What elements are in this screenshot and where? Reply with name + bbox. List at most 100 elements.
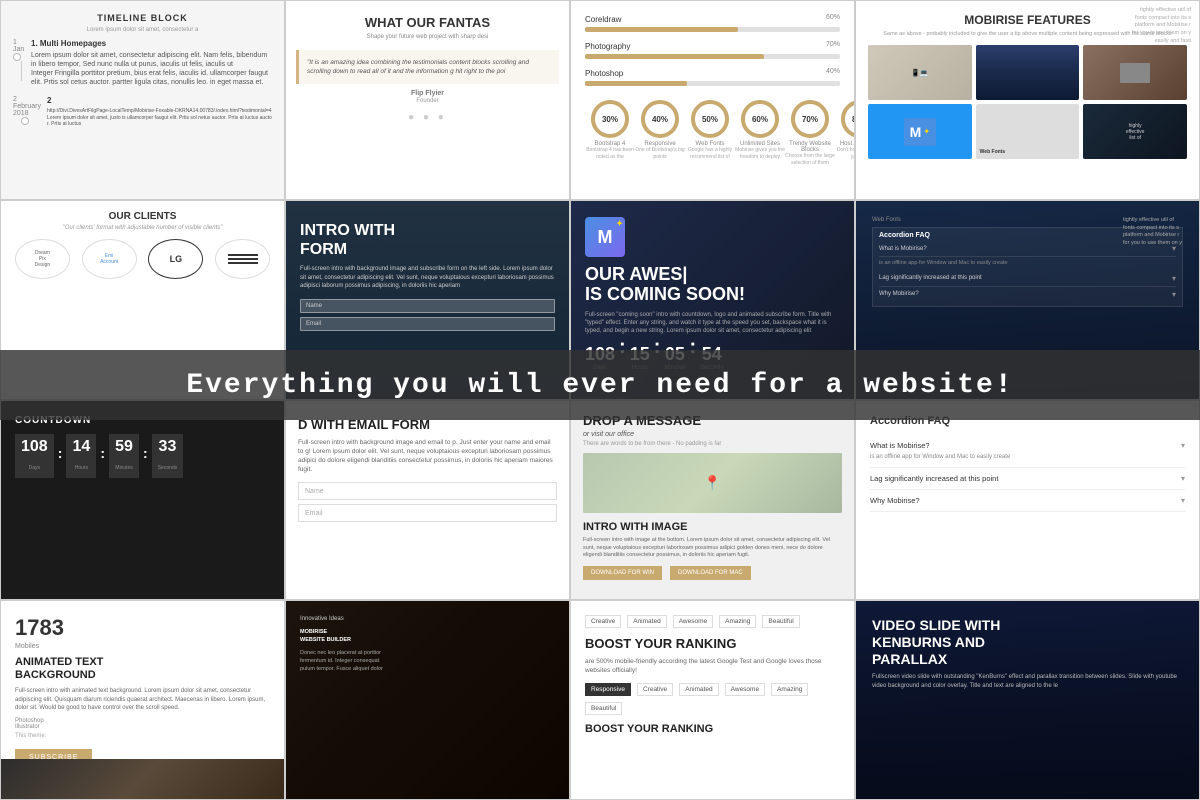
cnt-sep-2: : [100,445,105,461]
tab-creative[interactable]: Creative [585,615,621,628]
download-mac-button[interactable]: DOWNLOAD FOR MAC [670,566,751,580]
email-form-desc: Full-screen intro with background image … [298,438,557,474]
skills-label: Photoshop Illustrator [15,718,270,730]
intro-form-email-field[interactable]: Email [300,317,555,331]
skill-coreldraw: Coreldraw 60% [585,15,840,32]
video-slide-heading: VIDEO SLIDE WITHKENBURNS ANDPARALLAX [872,617,1183,667]
panel-accordion: Accordion FAQ What is Mobirise? ▾ is an … [855,400,1200,600]
intro-form-name-field[interactable]: Name [300,299,555,313]
timeline-num-2: 2 [47,96,272,105]
panel-drop-message: DROP A MESSAGE or visit our office There… [570,400,855,600]
tab-beautiful[interactable]: Beautiful [762,615,799,628]
circle-trendy: 70% Trendy Website Blocks Choose from th… [785,100,835,166]
timeline-item-2: 2 February 2018 2 http://Divi.DivesArtFi… [13,96,272,131]
faq-item-2: Lag significantly increased at this poin… [870,468,1185,490]
mobi-img-1: 📱💻 [868,45,972,100]
tab2-amazing[interactable]: Amazing [771,683,808,696]
coming-soon-desc: Full-screen "coming soon" intro with cou… [585,311,840,336]
innovative-label: Innovative Ideas [300,615,555,623]
email-form-name-input[interactable]: Name [298,482,557,500]
tabs-row-2: Responsive Creative Animated Awesome Ama… [585,683,840,715]
circle-host-ring: 80% [841,100,855,138]
circle-bootstrap-ring: 30% [591,100,629,138]
download-buttons: DOWNLOAD FOR WIN DOWNLOAD FOR MAC [583,566,842,580]
skill-photography-bar-fill [585,54,764,59]
tab2-responsive[interactable]: Responsive [585,683,631,696]
circle-responsive-ring: 40% [641,100,679,138]
mobi-img-5: Web Fonts [976,104,1080,159]
skill-photoshop-bar-bg [585,81,840,86]
panel-animated-text: 1783 Mobiles ANIMATED TEXTBACKGROUND Ful… [0,600,285,800]
skill-photography-pct: 70% [826,41,840,54]
drop-message-sub2: There are words to be from there - No pa… [583,441,842,447]
circle-webfonts: 50% Web Fonts Google has a highly recomm… [685,100,735,166]
timeline-item-1: 1 Jan 1. Multi Homepages Lorem ipsum dol… [13,39,272,90]
faq-q-1[interactable]: What is Mobirise? ▾ [870,441,1185,450]
skill-photoshop: Photoshop 40% [585,69,840,86]
theme-label: This theme: [15,733,270,739]
panel-intro-image-bottom: Innovative Ideas MOBIRISEWEBSITE BUILDER… [285,600,570,800]
timeline-sub: Lorem ipsum dolor sit amet, consectetur … [13,27,272,33]
faq-chevron-1: ▾ [1181,441,1185,450]
mobi-img-3 [1083,45,1187,100]
tab-animated[interactable]: Animated [627,615,666,628]
panel-boost: Creative Animated Awesome Amazing Beauti… [570,600,855,800]
timeline-text-1: Lorem ipsum dolor sit amet, consectetur … [31,51,272,87]
mobirise-logo: M ✦ [585,217,625,257]
tab-amazing[interactable]: Amazing [719,615,756,628]
timeline-line-1 [21,61,22,81]
intro-image-desc: Full-screen intro with image at the bott… [583,537,842,560]
circle-host: 80% Host Anywhere Don't host yourself is… [835,100,855,166]
circle-trendy-ring: 70% [791,100,829,138]
clients-sub: "Our clients' format with adjustable num… [11,225,274,231]
tab-awesome[interactable]: Awesome [673,615,713,628]
intro-image-heading: INTRO WITH IMAGE [583,521,842,533]
coming-soon-heading: OUR AWES|IS COMING SOON! [585,265,840,305]
intro-image-section: INTRO WITH IMAGE Full-screen intro with … [583,521,842,580]
animated-text-desc: Full-screen intro with animated text bac… [15,687,270,712]
map-area: 📍 [583,453,842,513]
timeline-dot-1 [13,53,21,61]
timeline-dot-2 [21,117,29,125]
timeline-text-2: http://Divi.DivesArtFilgPage-LocalTemp/M… [47,108,272,128]
download-win-button[interactable]: DOWNLOAD FOR WIN [583,566,662,580]
cnt-minutes: 59 Minutes [109,434,139,478]
cnt-hours: 14 Hours [66,434,96,478]
faq-q-2[interactable]: Lag significantly increased at this poin… [870,474,1185,483]
faq-item-3: Why Mobirise? ▾ [870,490,1185,512]
intro-form-desc: Full-screen intro with background image … [300,265,555,290]
skill-coreldraw-bar-bg [585,27,840,32]
mobi-img-6: highlyeffectivelist of [1083,104,1187,159]
map-pin-icon: 📍 [704,475,721,492]
fantasies-quote: "It is an amazing idea combining the tes… [296,50,559,84]
banner-text: Everything you will ever need for a webs… [186,370,1013,401]
faq-chevron-2: ▾ [1181,474,1185,483]
timeline-heading: TIMELINE BLOCK [13,13,272,23]
video-slide-desc: Fullscreen video slide with outstanding … [872,673,1183,690]
tab2-creative[interactable]: Creative [637,683,673,696]
circle-unlimited-ring: 60% [741,100,779,138]
drop-message-sub: or visit our office [583,431,842,438]
tab2-animated[interactable]: Animated [679,683,718,696]
email-form-email-input[interactable]: Email [298,504,557,522]
tab2-awesome[interactable]: Awesome [725,683,765,696]
web-fonts-label: Web Fonts [980,149,1005,155]
faq-q-3[interactable]: Why Mobirise? ▾ [870,496,1185,505]
faq-item-1: What is Mobirise? ▾ is an offline app fo… [870,435,1185,468]
builder-sub: Donec nec leo placerat at porttior ferme… [300,649,555,674]
skill-photoshop-bar-fill [585,81,687,86]
clients-heading: OUR CLIENTS [11,211,274,222]
cnt-days: 108 Days [15,434,54,478]
panel-fantasies: WHAT OUR FANTAS Shape your future web pr… [285,0,570,200]
mobirise-grid: 📱💻 M ✦ Web Fonts [868,45,1187,159]
animated-bg-preview [1,759,284,799]
counter-num: 1783 [15,615,64,641]
panel-countdown: COUNTDOWN 108 Days : 14 Hours : 59 Minut… [0,400,285,600]
boost-desc: are 500% mobile-friendly according the l… [585,657,840,675]
skill-coreldraw-bar-fill [585,27,738,32]
mobirise-logo-star: ✦ [616,219,623,228]
web-fonts-side-text: tightly effective util offonts compact i… [1132,7,1191,45]
tab2-beautiful[interactable]: Beautiful [585,702,622,715]
cnt-seconds: 33 Seconds [152,434,183,478]
skill-photography: Photography 70% [585,42,840,59]
